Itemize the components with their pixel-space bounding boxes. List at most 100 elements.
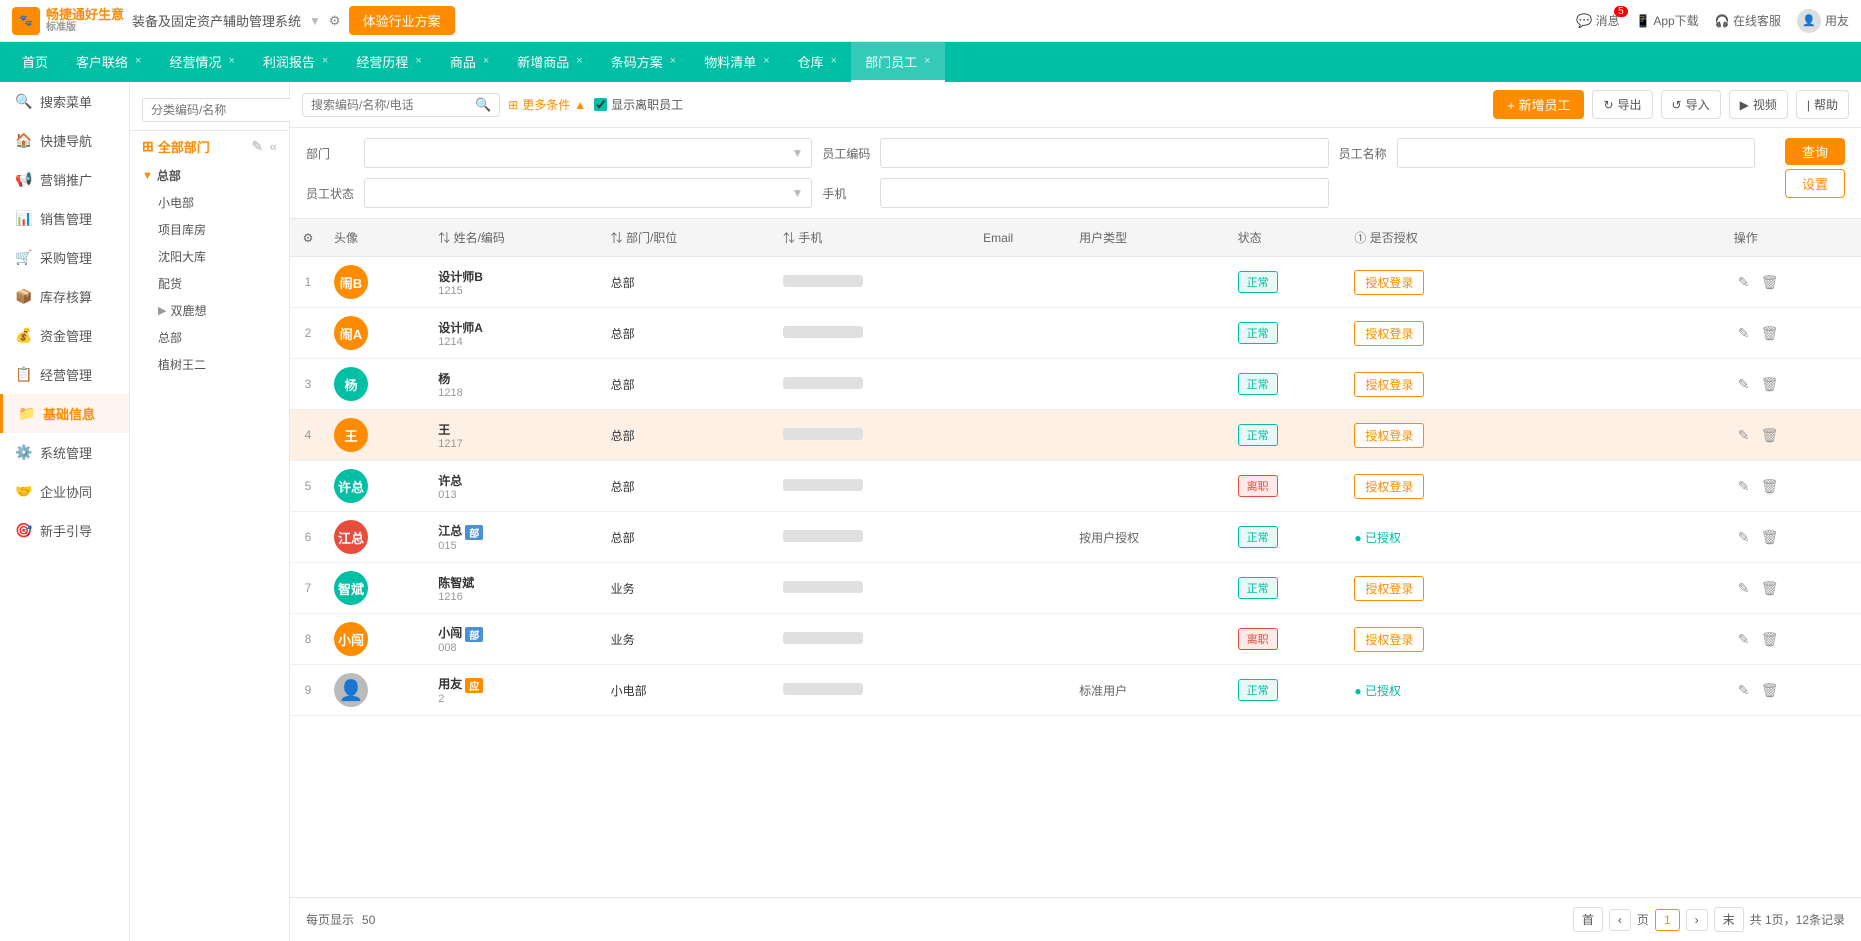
import-btn[interactable]: ↺ 导入 xyxy=(1661,90,1721,119)
sidebar-item-finance[interactable]: 💰 资金管理 xyxy=(0,316,129,355)
grant-login-btn[interactable]: 授权登录 xyxy=(1354,576,1424,601)
sidebar-item-guide[interactable]: 🎯 新手引导 xyxy=(0,511,129,550)
edit-btn[interactable]: ✎ xyxy=(1734,425,1754,446)
dept-item-xiaodian[interactable]: 小电部 xyxy=(130,189,289,216)
cell-phone xyxy=(775,614,975,665)
col-dept[interactable]: ⇅ 部门/职位 xyxy=(603,219,775,257)
next-page-btn[interactable]: › xyxy=(1686,909,1708,931)
delete-btn[interactable]: 🗑 xyxy=(1757,578,1783,599)
dept-all-label[interactable]: 全部部门 xyxy=(158,137,210,156)
search-input[interactable] xyxy=(311,98,471,112)
sidebar-item-collab[interactable]: 🤝 企业协同 xyxy=(0,472,129,511)
delete-btn[interactable]: 🗑 xyxy=(1757,425,1783,446)
col-phone[interactable]: ⇅ 手机 xyxy=(775,219,975,257)
delete-btn[interactable]: 🗑 xyxy=(1757,272,1783,293)
view-btn[interactable]: ▶ 视频 xyxy=(1729,90,1788,119)
filter-status-select[interactable]: ▼ xyxy=(364,178,812,208)
col-settings[interactable]: ⚙ xyxy=(290,219,326,257)
sidebar-item-search[interactable]: 🔍 搜索菜单 xyxy=(0,82,129,121)
query-btn[interactable]: 查询 xyxy=(1785,138,1845,165)
edit-btn[interactable]: ✎ xyxy=(1734,578,1754,599)
dept-item-distribution[interactable]: 配货 xyxy=(130,270,289,297)
delete-btn[interactable]: 🗑 xyxy=(1757,680,1783,701)
edit-btn[interactable]: ✎ xyxy=(1734,272,1754,293)
help-btn[interactable]: | 帮助 xyxy=(1796,90,1849,119)
delete-btn[interactable]: 🗑 xyxy=(1757,323,1783,344)
filter-code-input[interactable] xyxy=(880,138,1328,168)
tab-department[interactable]: 部门员工 × xyxy=(851,42,944,82)
home-icon: 🏠 xyxy=(16,133,32,149)
last-page-btn[interactable]: 末 xyxy=(1714,907,1744,932)
grant-login-btn[interactable]: 授权登录 xyxy=(1354,423,1424,448)
first-page-btn[interactable]: 首 xyxy=(1573,907,1603,932)
tab-profit[interactable]: 利润报告 × xyxy=(249,42,342,82)
title-dropdown-icon[interactable]: ▼ xyxy=(309,14,321,28)
grant-login-btn[interactable]: 授权登录 xyxy=(1354,372,1424,397)
settings-icon[interactable]: ⚙ xyxy=(329,13,341,29)
dept-edit-icon[interactable]: ✎ xyxy=(251,138,263,155)
more-filter-btn[interactable]: ⊞ 更多条件 ▲ xyxy=(508,96,586,113)
add-employee-btn[interactable]: + 新增员工 xyxy=(1493,90,1584,119)
app-download-btn[interactable]: 📱 App下载 xyxy=(1636,12,1699,29)
grant-login-btn[interactable]: 授权登录 xyxy=(1354,474,1424,499)
cell-spacer xyxy=(1526,461,1726,512)
tab-operation[interactable]: 经营情况 × xyxy=(155,42,248,82)
sidebar-item-sales[interactable]: 📊 销售管理 xyxy=(0,199,129,238)
dept-item-general-hq[interactable]: ▼ 总部 xyxy=(130,162,289,189)
sidebar-item-inventory[interactable]: 📦 库存核算 xyxy=(0,277,129,316)
sidebar-item-purchase[interactable]: 🛒 采购管理 xyxy=(0,238,129,277)
import-icon: ↺ xyxy=(1672,98,1682,112)
edit-btn[interactable]: ✎ xyxy=(1734,629,1754,650)
cell-spacer xyxy=(1526,563,1726,614)
status-badge: 正常 xyxy=(1238,577,1278,599)
dept-collapse-icon[interactable]: « xyxy=(269,138,277,155)
tab-history[interactable]: 经营历程 × xyxy=(342,42,435,82)
set-btn[interactable]: 设置 xyxy=(1785,169,1845,198)
edit-btn[interactable]: ✎ xyxy=(1734,680,1754,701)
dept-item-shuangluxiang[interactable]: ▶ 双鹿想 xyxy=(130,297,289,324)
grant-login-btn[interactable]: 授权登录 xyxy=(1354,270,1424,295)
delete-btn[interactable]: 🗑 xyxy=(1757,476,1783,497)
tab-goods[interactable]: 商品 × xyxy=(436,42,503,82)
user-avatar[interactable]: 👤 用友 xyxy=(1797,9,1849,33)
filter-phone-input[interactable] xyxy=(880,178,1328,208)
tab-customer[interactable]: 客户联络 × xyxy=(62,42,155,82)
grant-login-btn[interactable]: 授权登录 xyxy=(1354,321,1424,346)
sidebar-item-system[interactable]: ⚙️ 系统管理 xyxy=(0,433,129,472)
sidebar-item-basic[interactable]: 📁 基础信息 xyxy=(0,394,129,433)
show-resigned-checkbox[interactable] xyxy=(594,98,607,111)
dept-item-zhishu[interactable]: 植树王二 xyxy=(130,351,289,378)
cell-name: 设计师A 1214 xyxy=(430,308,602,359)
sidebar-item-nav[interactable]: 🏠 快捷导航 xyxy=(0,121,129,160)
online-service-btn[interactable]: 🎧 在线客服 xyxy=(1715,12,1781,29)
filter-dept-select[interactable]: ▼ xyxy=(364,138,812,168)
tab-barcode[interactable]: 条码方案 × xyxy=(597,42,690,82)
edit-btn[interactable]: ✎ xyxy=(1734,527,1754,548)
tab-bom[interactable]: 物料清单 × xyxy=(690,42,783,82)
dept-item-project[interactable]: 项目库房 xyxy=(130,216,289,243)
tab-warehouse[interactable]: 仓库 × xyxy=(784,42,851,82)
tab-home[interactable]: 首页 xyxy=(8,42,62,82)
edit-btn[interactable]: ✎ xyxy=(1734,323,1754,344)
prev-page-btn[interactable]: ‹ xyxy=(1609,909,1631,931)
help-icon: | xyxy=(1807,98,1810,112)
sidebar-item-mgmt[interactable]: 📋 经营管理 xyxy=(0,355,129,394)
cell-dept: 总部 xyxy=(603,359,775,410)
search-submit-icon[interactable]: 🔍 xyxy=(475,97,491,113)
dept-item-hq[interactable]: 总部 xyxy=(130,324,289,351)
dept-item-shenyang[interactable]: 沈阳大库 xyxy=(130,243,289,270)
show-resigned-label[interactable]: 显示离职员工 xyxy=(594,96,683,113)
col-name[interactable]: ⇅ 姓名/编码 xyxy=(430,219,602,257)
edit-btn[interactable]: ✎ xyxy=(1734,374,1754,395)
filter-name-input[interactable] xyxy=(1397,138,1755,168)
edit-btn[interactable]: ✎ xyxy=(1734,476,1754,497)
trial-btn[interactable]: 体验行业方案 xyxy=(349,6,455,35)
grant-login-btn[interactable]: 授权登录 xyxy=(1354,627,1424,652)
delete-btn[interactable]: 🗑 xyxy=(1757,527,1783,548)
delete-btn[interactable]: 🗑 xyxy=(1757,629,1783,650)
tab-new-goods[interactable]: 新增商品 × xyxy=(503,42,596,82)
export-btn[interactable]: ↻ 导出 xyxy=(1592,90,1652,119)
sidebar-item-marketing[interactable]: 📢 营销推广 xyxy=(0,160,129,199)
message-btn[interactable]: 💬 消息 5 xyxy=(1576,12,1620,29)
delete-btn[interactable]: 🗑 xyxy=(1757,374,1783,395)
